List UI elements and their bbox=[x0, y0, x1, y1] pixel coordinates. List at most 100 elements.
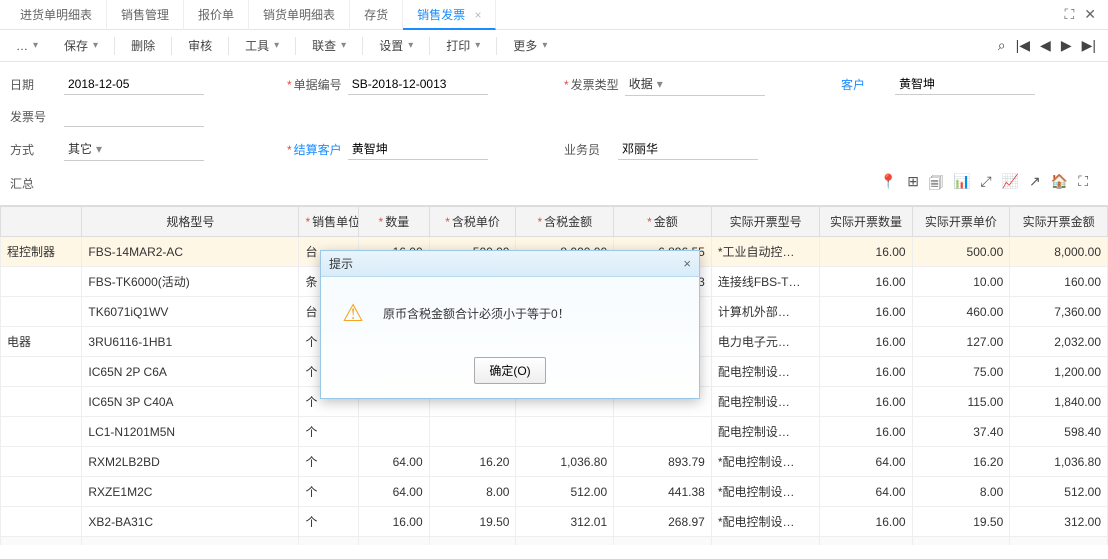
cell-spec[interactable]: FBS-14MAR2-AC bbox=[82, 237, 299, 267]
cell-amount2[interactable]: 893.79 bbox=[614, 447, 712, 477]
cell-model[interactable]: 配电控制设… bbox=[711, 357, 820, 387]
tab-sales-mgmt[interactable]: 销售管理 bbox=[107, 0, 184, 30]
col-spec[interactable]: 规格型号 bbox=[82, 207, 299, 237]
cell-qty[interactable]: 64.00 bbox=[359, 447, 430, 477]
export-icon[interactable]: ↗ bbox=[1029, 173, 1041, 197]
cell-model[interactable]: *工业自动控… bbox=[711, 237, 820, 267]
cell-aamt[interactable]: 1,840.00 bbox=[1010, 387, 1108, 417]
cell-aqty[interactable]: 16.00 bbox=[820, 387, 912, 417]
cell-aqty[interactable]: 16.00 bbox=[820, 507, 912, 537]
cell-c0[interactable] bbox=[1, 357, 82, 387]
cell-unit[interactable]: 个 bbox=[299, 417, 359, 447]
settle-customer-input[interactable] bbox=[348, 139, 488, 160]
link-button[interactable]: 联查 bbox=[302, 30, 356, 62]
col-aprice[interactable]: 实际开票单价 bbox=[912, 207, 1010, 237]
cell-aqty[interactable]: 16.00 bbox=[820, 357, 912, 387]
tab-sales-invoice[interactable]: 销售发票 × bbox=[403, 0, 496, 30]
cell-c0[interactable] bbox=[1, 267, 82, 297]
cell-model[interactable]: 计算机外部… bbox=[711, 297, 820, 327]
cell-unit[interactable]: 个 bbox=[299, 477, 359, 507]
cell-price[interactable]: 8.00 bbox=[429, 477, 516, 507]
cell-qty[interactable]: 64.00 bbox=[359, 477, 430, 507]
col-aamt[interactable]: 实际开票金额 bbox=[1010, 207, 1108, 237]
table-row[interactable]: LC1-N1201M5N个配电控制设…16.0037.40598.40 bbox=[1, 417, 1108, 447]
nav-last-icon[interactable]: ▶| bbox=[1082, 37, 1096, 54]
close-icon[interactable]: × bbox=[474, 8, 481, 22]
col-model[interactable]: 实际开票型号 bbox=[711, 207, 820, 237]
salesperson-input[interactable] bbox=[618, 139, 758, 160]
cell-model[interactable]: *配电控制设… bbox=[711, 447, 820, 477]
cell-spec[interactable]: XB2-BA31C bbox=[82, 507, 299, 537]
delete-button[interactable]: 删除 bbox=[121, 30, 165, 62]
cell-c0[interactable]: 电器 bbox=[1, 327, 82, 357]
cell-aamt[interactable]: 7,360.00 bbox=[1010, 297, 1108, 327]
cell-spec[interactable]: TK6071iQ1WV bbox=[82, 297, 299, 327]
cell-aamt[interactable]: 598.40 bbox=[1010, 417, 1108, 447]
cell-model[interactable]: *配电控制设… bbox=[711, 507, 820, 537]
cell-spec[interactable]: RXZE1M2C bbox=[82, 477, 299, 507]
cell-aamt[interactable]: 1,036.80 bbox=[1010, 447, 1108, 477]
cell-amount[interactable]: 512.00 bbox=[516, 477, 614, 507]
cell-model[interactable]: 配电控制设… bbox=[711, 417, 820, 447]
tab-quote[interactable]: 报价单 bbox=[184, 0, 249, 30]
cell-spec[interactable]: IC65N 2P C6A bbox=[82, 357, 299, 387]
cell-amount[interactable]: 312.01 bbox=[516, 507, 614, 537]
nav-prev-icon[interactable]: ◀ bbox=[1040, 37, 1051, 54]
cell-aamt[interactable]: 312.00 bbox=[1010, 507, 1108, 537]
col-unit[interactable]: 销售单位 bbox=[299, 207, 359, 237]
dialog-titlebar[interactable]: 提示 × bbox=[321, 251, 699, 277]
cell-aqty[interactable]: 16.00 bbox=[820, 237, 912, 267]
cell-aamt[interactable]: 8,000.00 bbox=[1010, 237, 1108, 267]
cell-aqty[interactable]: 16.00 bbox=[820, 417, 912, 447]
cell-spec[interactable]: RXM2LB2BD bbox=[82, 447, 299, 477]
cell-spec[interactable]: FBS-TK6000(活动) bbox=[82, 267, 299, 297]
ok-button[interactable]: 确定(O) bbox=[474, 357, 545, 384]
cell-model[interactable]: 连接线FBS-T… bbox=[711, 267, 820, 297]
table-row[interactable]: XB2-BA31C个16.0019.50312.01268.97*配电控制设…1… bbox=[1, 507, 1108, 537]
col-amount[interactable]: 含税金额 bbox=[516, 207, 614, 237]
cell-c0[interactable] bbox=[1, 507, 82, 537]
col-price[interactable]: 含税单价 bbox=[429, 207, 516, 237]
method-select[interactable]: 其它 bbox=[64, 137, 204, 161]
nav-first-icon[interactable]: |◀ bbox=[1016, 37, 1030, 54]
cell-amount2[interactable]: 268.97 bbox=[614, 507, 712, 537]
cell-aprice[interactable]: 500.00 bbox=[912, 237, 1010, 267]
docno-input[interactable] bbox=[348, 74, 488, 95]
cell-amount2[interactable]: 441.38 bbox=[614, 477, 712, 507]
cell-qty[interactable]: 16.00 bbox=[359, 507, 430, 537]
cell-unit[interactable]: 个 bbox=[299, 507, 359, 537]
pin-icon[interactable]: 📍 bbox=[880, 173, 897, 197]
tab-sales-detail[interactable]: 销货单明细表 bbox=[249, 0, 350, 30]
cell-aprice[interactable]: 75.00 bbox=[912, 357, 1010, 387]
cell-aprice[interactable]: 37.40 bbox=[912, 417, 1010, 447]
cell-aprice[interactable]: 19.50 bbox=[912, 507, 1010, 537]
cell-aqty[interactable]: 16.00 bbox=[820, 267, 912, 297]
cell-c0[interactable] bbox=[1, 297, 82, 327]
cell-aqty[interactable]: 16.00 bbox=[820, 327, 912, 357]
invtype-select[interactable]: 收据 bbox=[625, 72, 765, 96]
cell-aqty[interactable]: 16.00 bbox=[820, 297, 912, 327]
col-amount2[interactable]: 金额 bbox=[614, 207, 712, 237]
tab-purchase-detail[interactable]: 进货单明细表 bbox=[6, 0, 107, 30]
fullscreen-icon[interactable]: ⛶ bbox=[1078, 173, 1088, 197]
col-aqty[interactable]: 实际开票数量 bbox=[820, 207, 912, 237]
tab-inventory[interactable]: 存货 bbox=[350, 0, 403, 30]
cell-c0[interactable] bbox=[1, 417, 82, 447]
cell-aprice[interactable]: 8.00 bbox=[912, 477, 1010, 507]
restore-icon[interactable]: ⛶ bbox=[1064, 6, 1074, 23]
cell-aprice[interactable]: 115.00 bbox=[912, 387, 1010, 417]
date-input[interactable] bbox=[64, 74, 204, 95]
cell-amount[interactable]: 1,036.80 bbox=[516, 447, 614, 477]
save-button[interactable]: 保存 bbox=[54, 30, 108, 62]
close-icon[interactable]: × bbox=[683, 256, 691, 271]
cell-qty[interactable] bbox=[359, 417, 430, 447]
cell-aprice[interactable]: 127.00 bbox=[912, 327, 1010, 357]
cell-aamt[interactable]: 512.00 bbox=[1010, 477, 1108, 507]
cell-aqty[interactable]: 64.00 bbox=[820, 447, 912, 477]
cell-unit[interactable]: 个 bbox=[299, 447, 359, 477]
cell-amount[interactable] bbox=[516, 417, 614, 447]
cell-spec[interactable]: 3RU6116-1HB1 bbox=[82, 327, 299, 357]
cell-aamt[interactable]: 160.00 bbox=[1010, 267, 1108, 297]
close-window-icon[interactable]: ✕ bbox=[1084, 6, 1096, 23]
cell-model[interactable]: 配电控制设… bbox=[711, 387, 820, 417]
